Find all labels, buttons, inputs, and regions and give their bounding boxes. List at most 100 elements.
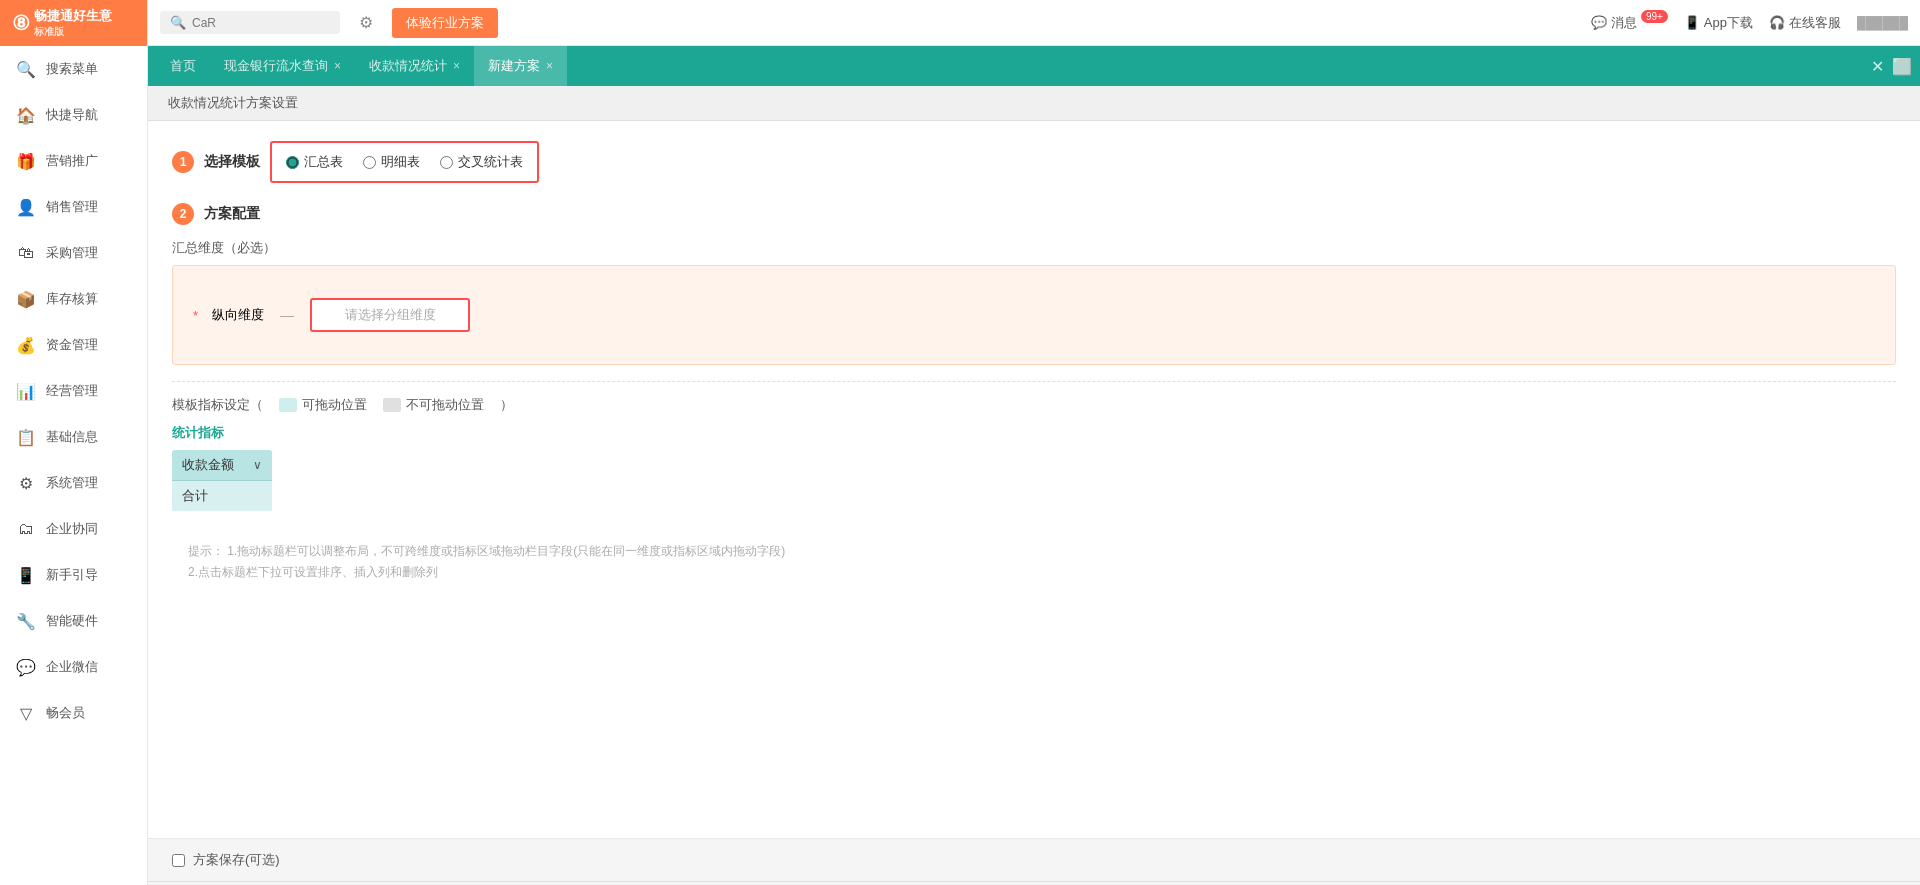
tab-cashflow[interactable]: 现金银行流水查询 × xyxy=(210,46,355,86)
sidebar-item-label-quicknav: 快捷导航 xyxy=(46,106,98,124)
step2-title: 方案配置 xyxy=(204,205,260,223)
template-radio-group: 汇总表 明细表 交叉统计表 xyxy=(286,153,523,171)
sidebar-item-label-basic: 基础信息 xyxy=(46,428,98,446)
sidebar-item-label-hardware: 智能硬件 xyxy=(46,612,98,630)
notification-item[interactable]: 💬 消息 99+ xyxy=(1591,14,1668,32)
sidebar-item-finance[interactable]: 💰资金管理 xyxy=(0,322,147,368)
tab-close-receipt[interactable]: × xyxy=(453,59,460,73)
quicknav-icon: 🏠 xyxy=(16,106,36,125)
inventory-icon: 📦 xyxy=(16,290,36,309)
dimension-label: 汇总维度（必选） xyxy=(172,239,1896,257)
dimension-row-label: 纵向维度 xyxy=(212,306,264,324)
stat-indicator-header[interactable]: 收款金额 ∨ xyxy=(172,450,272,481)
fixed-dot xyxy=(383,398,401,412)
form-container: 1 选择模板 汇总表 明细表 xyxy=(148,121,1920,838)
tab-label-cashflow: 现金银行流水查询 xyxy=(224,57,328,75)
tab-new[interactable]: 新建方案 × xyxy=(474,46,567,86)
support-label: 在线客服 xyxy=(1789,14,1841,32)
search-input[interactable] xyxy=(192,16,322,30)
radio-summary[interactable]: 汇总表 xyxy=(286,153,343,171)
dimension-select-placeholder: 请选择分组维度 xyxy=(345,307,436,322)
purchase-icon: 🛍 xyxy=(16,244,36,262)
sidebar-item-purchase[interactable]: 🛍采购管理 xyxy=(0,230,147,276)
tab-bar-actions: ✕ ⬜ xyxy=(1871,57,1912,76)
template-select-box: 汇总表 明细表 交叉统计表 xyxy=(270,141,539,183)
app-logo: ⑧ 畅捷通好生意 标准版 xyxy=(0,0,147,46)
search-icon: 🔍 xyxy=(170,15,186,30)
settings-icon[interactable]: ⚙ xyxy=(352,9,380,37)
top-bar: 🔍 ⚙ 体验行业方案 💬 消息 99+ 📱 App下载 🎧 在线客服 █████… xyxy=(148,0,1920,46)
tip2: 2.点击标题栏下拉可设置排序、插入列和删除列 xyxy=(188,564,1880,581)
step1-title: 选择模板 xyxy=(204,153,260,171)
user-name: ██████ xyxy=(1857,16,1908,30)
marketing-icon: 🎁 xyxy=(16,152,36,171)
radio-cross[interactable]: 交叉统计表 xyxy=(440,153,523,171)
sidebar-item-inventory[interactable]: 📦库存核算 xyxy=(0,276,147,322)
dimension-arrow: — xyxy=(280,307,294,323)
app-logo-text: ⑧ 畅捷通好生意 标准版 xyxy=(12,7,112,39)
sidebar-item-sales[interactable]: 👤 销售管理 xyxy=(0,184,147,230)
step1-header: 1 选择模板 汇总表 明细表 xyxy=(172,141,1896,183)
sidebar-item-label-sales: 销售管理 xyxy=(46,198,98,216)
tab-home[interactable]: 首页 xyxy=(156,46,210,86)
support-item[interactable]: 🎧 在线客服 xyxy=(1769,14,1841,32)
sidebar-item-coop[interactable]: 🗂企业协同 xyxy=(0,506,147,552)
save-checkbox-label[interactable]: 方案保存(可选) xyxy=(193,851,280,869)
notification-badge: 99+ xyxy=(1641,10,1668,23)
sidebar-item-label-guide: 新手引导 xyxy=(46,566,98,584)
sidebar-item-basic[interactable]: 📋基础信息 xyxy=(0,414,147,460)
sidebar-item-guide[interactable]: 📱 新手引导 xyxy=(0,552,147,598)
tip1: 提示： 1.拖动标题栏可以调整布局，不可跨维度或指标区域拖动栏目字段(只能在同一… xyxy=(188,543,1880,560)
content-area: 收款情况统计方案设置 1 选择模板 汇总表 xyxy=(148,86,1920,885)
user-avatar[interactable]: ██████ xyxy=(1857,16,1908,30)
dimension-select-button[interactable]: 请选择分组维度 xyxy=(310,298,470,332)
app-name: 畅捷通好生意 xyxy=(34,7,112,25)
tab-close-cashflow[interactable]: × xyxy=(334,59,341,73)
required-star: * xyxy=(193,308,198,323)
page-header: 收款情况统计方案设置 xyxy=(148,86,1920,121)
radio-detail[interactable]: 明细表 xyxy=(363,153,420,171)
industry-button[interactable]: 体验行业方案 xyxy=(392,8,498,38)
sidebar-item-label-operations: 经营管理 xyxy=(46,382,98,400)
sidebar-item-quicknav[interactable]: 🏠 快捷导航 xyxy=(0,92,147,138)
sidebar-item-label-marketing: 营销推广 xyxy=(46,152,98,170)
download-label: App下载 xyxy=(1704,14,1753,32)
tab-label-new: 新建方案 xyxy=(488,57,540,75)
stat-indicator-dropdown-icon[interactable]: ∨ xyxy=(253,458,262,472)
download-item[interactable]: 📱 App下载 xyxy=(1684,14,1753,32)
sidebar-item-search[interactable]: 🔍搜索菜单 xyxy=(0,46,147,92)
tips-section: 提示： 1.拖动标题栏可以调整布局，不可跨维度或指标区域拖动栏目字段(只能在同一… xyxy=(172,531,1896,597)
stat-indicator-body: 合计 xyxy=(172,481,272,511)
sidebar-item-operations[interactable]: 📊 经营管理 xyxy=(0,368,147,414)
guide-icon: 📱 xyxy=(16,566,36,585)
sidebar: ⑧ 畅捷通好生意 标准版 🔍搜索菜单 🏠 快捷导航 🎁 营销推广 👤 销售管理 🛍采购管理📦库… xyxy=(0,0,148,885)
sales-icon: 👤 xyxy=(16,198,36,217)
stat-indicator-card: 收款金额 ∨ 合计 xyxy=(172,450,272,511)
footer-save: 方案保存(可选) xyxy=(148,838,1920,881)
maximize-icon[interactable]: ⬜ xyxy=(1892,57,1912,76)
sidebar-item-member[interactable]: ▽畅会员 xyxy=(0,690,147,736)
stat-indicators-label: 统计指标 xyxy=(172,424,1896,442)
close-window-icon[interactable]: ✕ xyxy=(1871,57,1884,76)
tab-receipt[interactable]: 收款情况统计 × xyxy=(355,46,474,86)
download-icon: 📱 xyxy=(1684,15,1700,30)
sidebar-item-hardware[interactable]: 🔧智能硬件 xyxy=(0,598,147,644)
step1-section: 1 选择模板 汇总表 明细表 xyxy=(172,141,1896,183)
support-icon: 🎧 xyxy=(1769,15,1785,30)
sidebar-item-marketing[interactable]: 🎁 营销推广 xyxy=(0,138,147,184)
sidebar-item-system[interactable]: ⚙系统管理 xyxy=(0,460,147,506)
app-edition: 标准版 xyxy=(34,25,112,39)
operations-icon: 📊 xyxy=(16,382,36,401)
sidebar-item-label-member: 畅会员 xyxy=(46,704,85,722)
save-checkbox[interactable] xyxy=(172,854,185,867)
step2-number: 2 xyxy=(172,203,194,225)
stat-indicator-sub: 合计 xyxy=(182,488,208,503)
sidebar-item-weixin[interactable]: 💬企业微信 xyxy=(0,644,147,690)
system-icon: ⚙ xyxy=(16,474,36,493)
movable-label: 可拖动位置 xyxy=(302,396,367,414)
notification-icon: 💬 xyxy=(1591,15,1607,30)
tab-bar: 首页现金银行流水查询 × 收款情况统计 × 新建方案 × ✕ ⬜ xyxy=(148,46,1920,86)
tab-label-receipt: 收款情况统计 xyxy=(369,57,447,75)
sidebar-item-label-weixin: 企业微信 xyxy=(46,658,98,676)
tab-close-new[interactable]: × xyxy=(546,59,553,73)
